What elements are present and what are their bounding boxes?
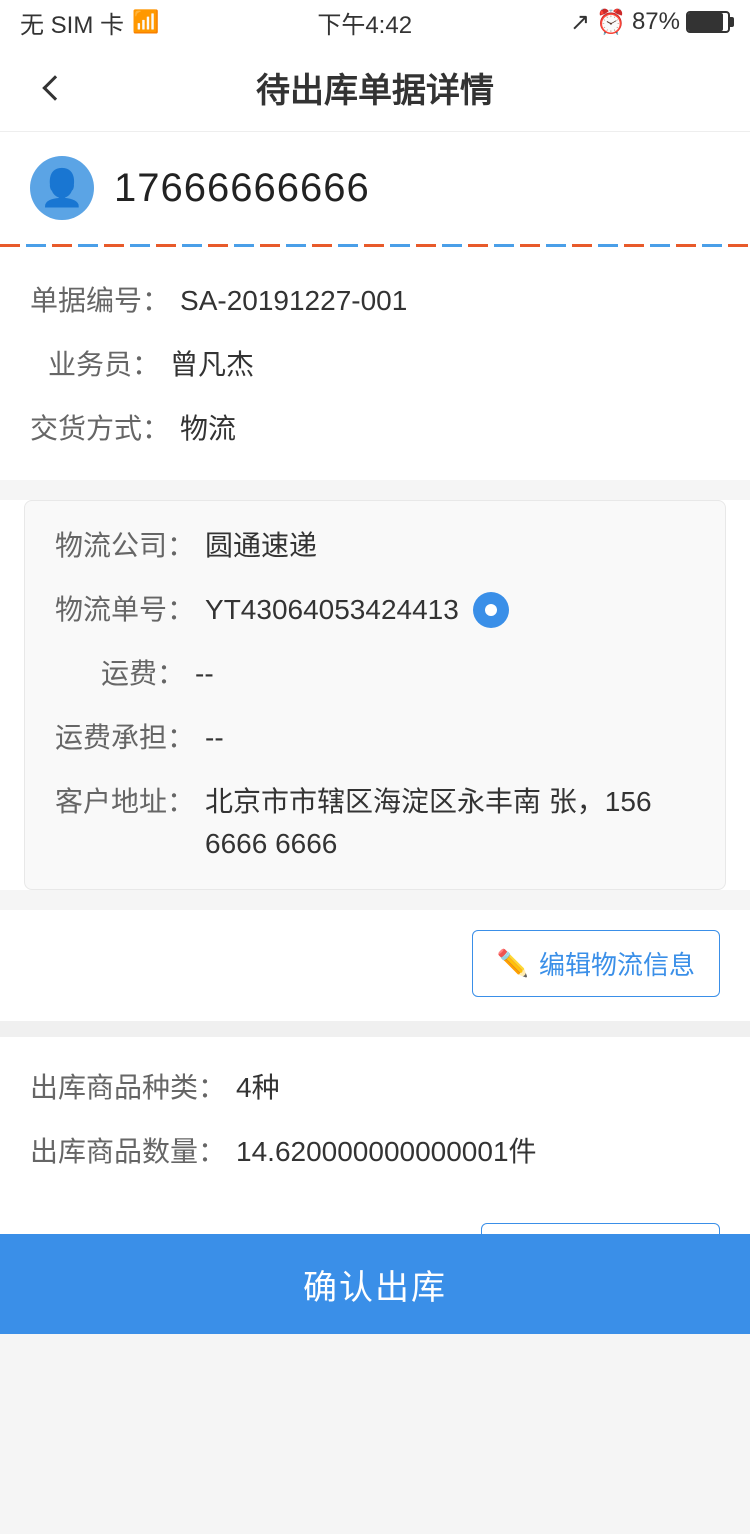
- confirm-warehouse-button[interactable]: 确认出库: [0, 1234, 750, 1334]
- tracking-number: YT43064053424413: [205, 589, 459, 631]
- freight-bearer-value: --: [205, 717, 695, 759]
- back-arrow-icon: [42, 75, 67, 100]
- product-quantity-row: 出库商品数量： 14.620000000000001件: [30, 1131, 720, 1173]
- freight-bearer-label: 运费承担：: [55, 717, 205, 759]
- product-types-value: 4种: [236, 1067, 720, 1109]
- status-left: 无 SIM 卡 📶: [20, 5, 159, 40]
- map-pin-icon[interactable]: [473, 592, 509, 628]
- delivery-method-value: 物流: [180, 408, 720, 450]
- tracking-label: 物流单号：: [55, 589, 205, 631]
- address-label: 客户地址：: [55, 781, 205, 823]
- back-button[interactable]: [30, 63, 80, 113]
- avatar: 👤: [30, 156, 94, 220]
- edit-logistics-button[interactable]: ✏️ 编辑物流信息: [472, 930, 720, 997]
- time-text: 下午4:42: [317, 5, 412, 40]
- salesperson-value: 曾凡杰: [170, 344, 720, 386]
- status-bar: 无 SIM 卡 📶 下午4:42 ↗ ⏰ 87%: [0, 0, 750, 44]
- product-quantity-value: 14.620000000000001件: [236, 1131, 720, 1173]
- product-types-label: 出库商品种类：: [30, 1067, 236, 1109]
- freight-bearer-row: 运费承担： --: [55, 717, 695, 759]
- wifi-icon: 📶: [132, 9, 159, 35]
- salesperson-label: 业务员：: [30, 344, 170, 386]
- nav-bar: 待出库单据详情: [0, 44, 750, 132]
- page-title: 待出库单据详情: [256, 63, 494, 112]
- delivery-method-row: 交货方式： 物流: [30, 408, 720, 450]
- user-header: 👤 17666666666: [0, 132, 750, 244]
- delivery-method-label: 交货方式：: [30, 408, 180, 450]
- section-divider: [0, 1021, 750, 1037]
- product-quantity-label: 出库商品数量：: [30, 1131, 236, 1173]
- alarm-icon: ⏰: [596, 8, 626, 37]
- logistics-card: 物流公司： 圆通速递 物流单号： YT43064053424413 运费： --…: [24, 500, 726, 890]
- map-dot: [485, 604, 497, 616]
- freight-row: 运费： --: [55, 653, 695, 695]
- salesperson-row: 业务员： 曾凡杰: [30, 344, 720, 386]
- dashed-separator: [0, 244, 750, 250]
- order-no-row: 单据编号： SA-20191227-001: [30, 280, 720, 322]
- user-phone: 17666666666: [114, 166, 370, 211]
- logistics-company-label: 物流公司：: [55, 525, 205, 567]
- freight-label: 运费：: [55, 653, 195, 695]
- carrier-text: 无 SIM 卡: [20, 5, 124, 40]
- order-info-section: 单据编号： SA-20191227-001 业务员： 曾凡杰 交货方式： 物流: [0, 250, 750, 480]
- freight-value: --: [195, 653, 695, 695]
- order-no-label: 单据编号：: [30, 280, 180, 322]
- person-icon: 👤: [40, 167, 85, 209]
- confirm-label: 确认出库: [303, 1260, 447, 1309]
- location-status-icon: ↗: [570, 8, 590, 37]
- tracking-row: 物流单号： YT43064053424413: [55, 589, 695, 631]
- edit-btn-container: ✏️ 编辑物流信息: [0, 910, 750, 1021]
- address-value: 北京市市辖区海淀区永丰南 张，156 6666 6666: [205, 781, 695, 865]
- address-row: 客户地址： 北京市市辖区海淀区永丰南 张，156 6666 6666: [55, 781, 695, 865]
- logistics-company-value: 圆通速递: [205, 525, 695, 567]
- order-no-value: SA-20191227-001: [180, 280, 720, 322]
- stats-section: 出库商品种类： 4种 出库商品数量： 14.620000000000001件: [0, 1037, 750, 1203]
- battery-indicator: [686, 11, 730, 33]
- logistics-company-row: 物流公司： 圆通速递: [55, 525, 695, 567]
- edit-icon: ✏️: [497, 948, 529, 979]
- status-right: ↗ ⏰ 87%: [570, 8, 730, 37]
- edit-logistics-label: 编辑物流信息: [539, 945, 695, 982]
- tracking-value-container: YT43064053424413: [205, 589, 695, 631]
- battery-percent: 87%: [632, 8, 680, 36]
- product-types-row: 出库商品种类： 4种: [30, 1067, 720, 1109]
- battery-fill: [688, 13, 723, 31]
